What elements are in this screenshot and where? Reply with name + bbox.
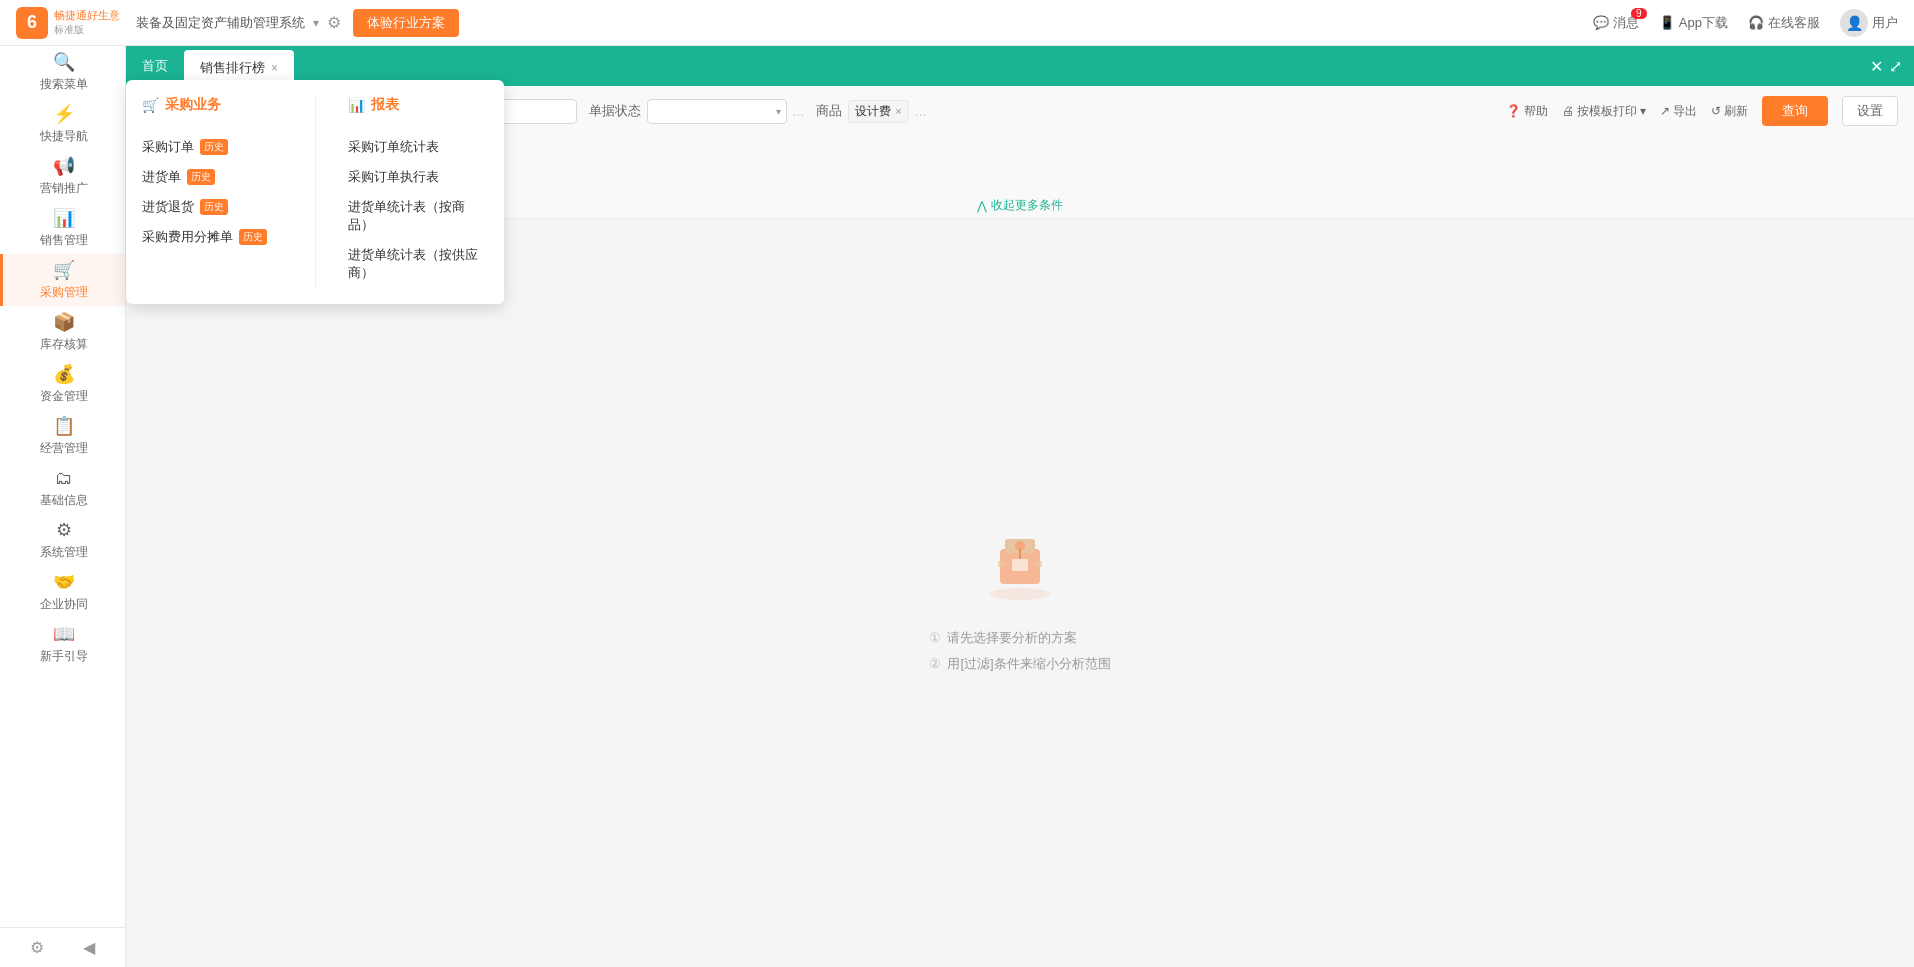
menu-item-inbound[interactable]: 进货单 历史 xyxy=(142,162,283,192)
purchase-section-title: 🛒 采购业务 xyxy=(142,96,283,120)
menu-item-purchase-order[interactable]: 采购订单 历史 xyxy=(142,132,283,162)
menu-item-po-stats[interactable]: 采购订单统计表 xyxy=(348,132,489,162)
reports-menu-section: 📊 报表 采购订单统计表 采购订单执行表 进货单统计表（按商品） 进货单统计表（… xyxy=(348,96,489,288)
purchase-menu-section: 🛒 采购业务 采购订单 历史 进货单 历史 进货退货 历史 采购费用分摊单 历史 xyxy=(142,96,283,288)
menu-item-inbound-stats-by-supplier[interactable]: 进货单统计表（按供应商） xyxy=(348,240,489,288)
menu-item-inbound-stats-by-goods[interactable]: 进货单统计表（按商品） xyxy=(348,192,489,240)
menu-item-inbound-return[interactable]: 进货退货 历史 xyxy=(142,192,283,222)
menu-item-po-exec[interactable]: 采购订单执行表 xyxy=(348,162,489,192)
menu-item-purchase-cost[interactable]: 采购费用分摊单 历史 xyxy=(142,222,283,252)
reports-icon: 📊 xyxy=(348,97,365,113)
purchase-icon: 🛒 xyxy=(142,97,159,113)
reports-section-title: 📊 报表 xyxy=(348,96,489,120)
